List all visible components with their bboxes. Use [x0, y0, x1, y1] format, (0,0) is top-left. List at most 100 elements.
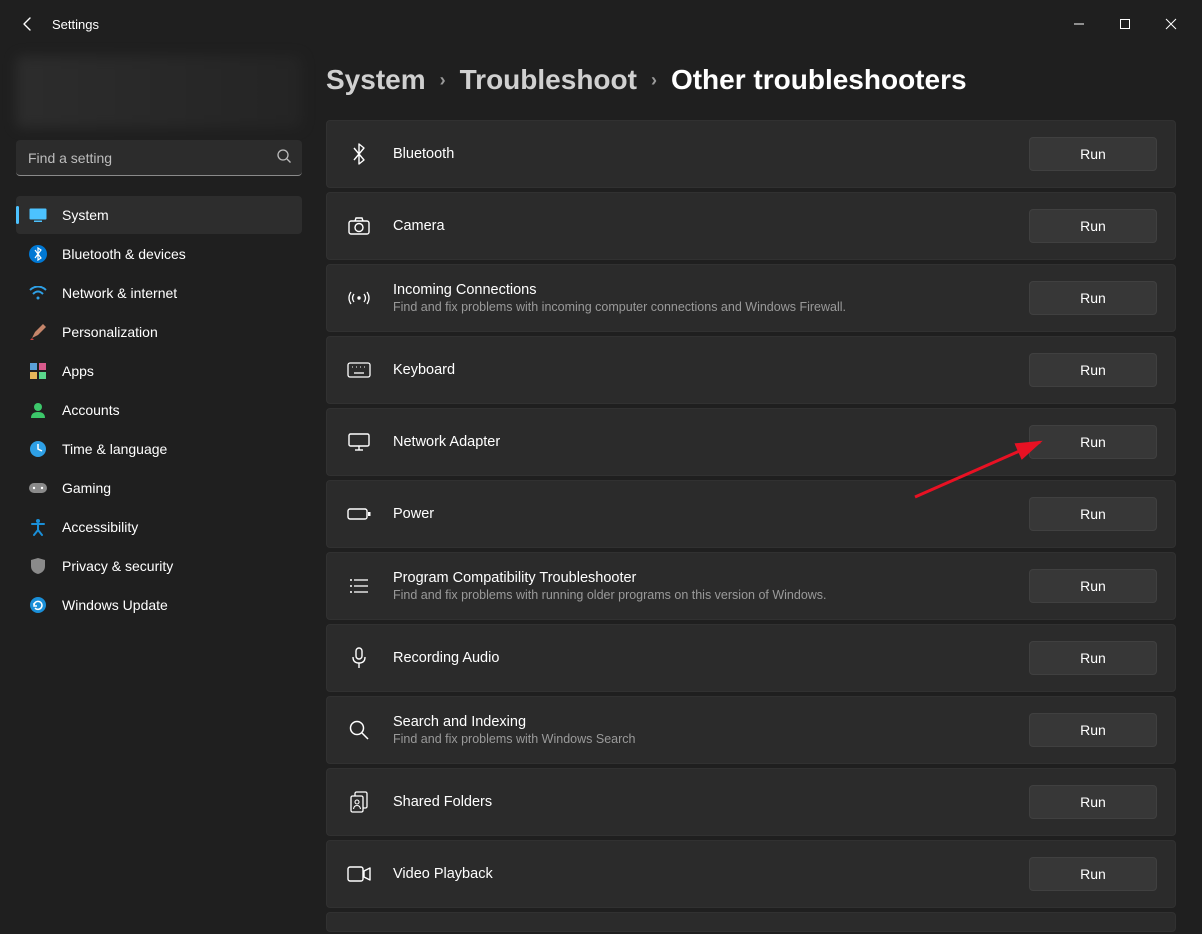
troubleshooter-row-compat[interactable]: Program Compatibility Troubleshooter Fin… [326, 552, 1176, 620]
clock-icon [28, 439, 48, 459]
troubleshooter-row-keyboard[interactable]: Keyboard Run [326, 336, 1176, 404]
monitor-icon [345, 428, 373, 456]
search-icon [345, 716, 373, 744]
breadcrumb-system[interactable]: System [326, 64, 426, 96]
troubleshooter-desc: Find and fix problems with running older… [393, 588, 1029, 602]
troubleshooter-desc: Find and fix problems with Windows Searc… [393, 732, 1029, 746]
troubleshooter-title: Camera [393, 218, 1029, 234]
sidebar-item-label: System [62, 207, 109, 223]
sidebar-item-label: Accessibility [62, 519, 138, 535]
run-button[interactable]: Run [1029, 569, 1157, 603]
breadcrumb: System › Troubleshoot › Other troublesho… [326, 64, 1176, 96]
sidebar-item-network[interactable]: Network & internet [16, 274, 302, 312]
sidebar-item-bluetooth[interactable]: Bluetooth & devices [16, 235, 302, 273]
close-button[interactable] [1148, 8, 1194, 40]
troubleshooter-title: Video Playback [393, 866, 1029, 882]
troubleshooter-row-camera[interactable]: Camera Run [326, 192, 1176, 260]
troubleshooter-row-shared-folders[interactable]: Shared Folders Run [326, 768, 1176, 836]
troubleshooter-title: Bluetooth [393, 146, 1029, 162]
search-input[interactable] [16, 140, 302, 176]
run-button[interactable]: Run [1029, 641, 1157, 675]
sidebar-item-label: Network & internet [62, 285, 177, 301]
run-button[interactable]: Run [1029, 857, 1157, 891]
troubleshooter-row-bluetooth[interactable]: Bluetooth Run [326, 120, 1176, 188]
chevron-right-icon: › [440, 70, 446, 91]
troubleshooter-row-video-playback[interactable]: Video Playback Run [326, 840, 1176, 908]
bluetooth-icon [28, 244, 48, 264]
sidebar-item-privacy[interactable]: Privacy & security [16, 547, 302, 585]
troubleshooter-title: Incoming Connections [393, 282, 1029, 298]
run-button[interactable]: Run [1029, 281, 1157, 315]
troubleshooter-row-network-adapter[interactable]: Network Adapter Run [326, 408, 1176, 476]
run-button[interactable]: Run [1029, 785, 1157, 819]
sidebar-item-label: Apps [62, 363, 94, 379]
wifi-icon [28, 283, 48, 303]
gamepad-icon [28, 478, 48, 498]
search-box[interactable] [16, 140, 302, 176]
troubleshooter-title: Recording Audio [393, 650, 1029, 666]
sidebar-item-system[interactable]: System [16, 196, 302, 234]
run-button[interactable]: Run [1029, 425, 1157, 459]
sidebar-item-label: Time & language [62, 441, 167, 457]
maximize-button[interactable] [1102, 8, 1148, 40]
troubleshooter-row-power[interactable]: Power Run [326, 480, 1176, 548]
sidebar-item-label: Personalization [62, 324, 158, 340]
troubleshooter-list: Bluetooth Run Camera Run Incoming Connec… [326, 120, 1176, 932]
troubleshooter-title: Power [393, 506, 1029, 522]
camera-icon [345, 212, 373, 240]
window-title: Settings [52, 17, 99, 32]
update-icon [28, 595, 48, 615]
sidebar-item-label: Gaming [62, 480, 111, 496]
video-icon [345, 860, 373, 888]
run-button[interactable]: Run [1029, 713, 1157, 747]
sidebar-item-apps[interactable]: Apps [16, 352, 302, 390]
troubleshooter-row-partial[interactable] [326, 912, 1176, 932]
sidebar-item-windows-update[interactable]: Windows Update [16, 586, 302, 624]
bluetooth-icon [345, 140, 373, 168]
profile-block[interactable] [16, 56, 302, 128]
list-icon [345, 572, 373, 600]
troubleshooter-title: Search and Indexing [393, 714, 1029, 730]
minimize-button[interactable] [1056, 8, 1102, 40]
troubleshooter-title: Keyboard [393, 362, 1029, 378]
troubleshooter-row-recording-audio[interactable]: Recording Audio Run [326, 624, 1176, 692]
main-content: System › Troubleshoot › Other troublesho… [310, 48, 1202, 934]
sidebar-item-label: Privacy & security [62, 558, 173, 574]
run-button[interactable]: Run [1029, 137, 1157, 171]
troubleshooter-desc: Find and fix problems with incoming comp… [393, 300, 1029, 314]
person-icon [28, 400, 48, 420]
system-icon [28, 205, 48, 225]
sidebar-item-personalization[interactable]: Personalization [16, 313, 302, 351]
keyboard-icon [345, 356, 373, 384]
signal-icon [345, 284, 373, 312]
title-bar: Settings [0, 0, 1202, 48]
run-button[interactable]: Run [1029, 497, 1157, 531]
page-title: Other troubleshooters [671, 64, 967, 96]
search-icon [276, 148, 292, 169]
run-button[interactable]: Run [1029, 353, 1157, 387]
apps-icon [28, 361, 48, 381]
sidebar-item-label: Bluetooth & devices [62, 246, 186, 262]
paintbrush-icon [28, 322, 48, 342]
chevron-right-icon: › [651, 70, 657, 91]
shield-icon [28, 556, 48, 576]
shared-folder-icon [345, 788, 373, 816]
sidebar-item-time-language[interactable]: Time & language [16, 430, 302, 468]
sidebar-item-label: Windows Update [62, 597, 168, 613]
microphone-icon [345, 644, 373, 672]
back-button[interactable] [8, 4, 48, 44]
sidebar-item-gaming[interactable]: Gaming [16, 469, 302, 507]
battery-icon [345, 500, 373, 528]
breadcrumb-troubleshoot[interactable]: Troubleshoot [460, 64, 637, 96]
accessibility-icon [28, 517, 48, 537]
troubleshooter-title: Shared Folders [393, 794, 1029, 810]
sidebar: System Bluetooth & devices Network & int… [0, 48, 310, 934]
sidebar-item-label: Accounts [62, 402, 120, 418]
nav: System Bluetooth & devices Network & int… [16, 196, 302, 624]
window-controls [1056, 8, 1194, 40]
sidebar-item-accessibility[interactable]: Accessibility [16, 508, 302, 546]
sidebar-item-accounts[interactable]: Accounts [16, 391, 302, 429]
troubleshooter-row-search[interactable]: Search and Indexing Find and fix problem… [326, 696, 1176, 764]
troubleshooter-row-incoming[interactable]: Incoming Connections Find and fix proble… [326, 264, 1176, 332]
run-button[interactable]: Run [1029, 209, 1157, 243]
